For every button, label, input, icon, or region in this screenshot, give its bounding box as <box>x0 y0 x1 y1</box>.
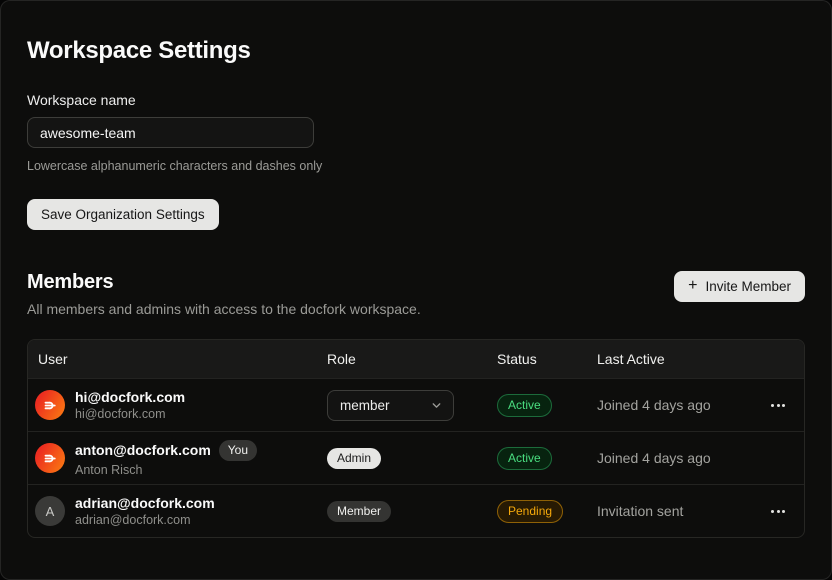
role-badge-member: Member <box>327 500 392 522</box>
user-cell: A adrian@docfork.com adrian@docfork.com <box>28 495 317 527</box>
workspace-name-label: Workspace name <box>27 92 136 108</box>
invite-member-button[interactable]: + Invite Member <box>674 271 805 302</box>
fork-icon <box>44 454 56 462</box>
column-header-status: Status <box>497 351 537 367</box>
fork-icon <box>44 401 56 409</box>
role-select[interactable]: member <box>327 389 454 421</box>
member-email: hi@docfork.com <box>75 389 186 405</box>
docfork-logo-avatar <box>35 443 65 473</box>
workspace-settings-page: Workspace Settings Workspace name Lowerc… <box>0 0 832 580</box>
member-full-name: Anton Risch <box>75 462 143 477</box>
more-actions-button[interactable] <box>764 391 792 419</box>
member-sub-email: hi@docfork.com <box>75 407 166 421</box>
last-active-text: Invitation sent <box>597 503 684 519</box>
letter-avatar: A <box>35 496 65 526</box>
user-cell: anton@docfork.com You Anton Risch <box>28 439 317 477</box>
role-select-value: member <box>340 397 390 413</box>
role-badge-admin: Admin <box>327 447 382 469</box>
workspace-name-input[interactable] <box>27 117 314 148</box>
table-row: A adrian@docfork.com adrian@docfork.com … <box>28 484 804 537</box>
members-header: Members All members and admins with acce… <box>27 271 805 317</box>
last-active-text: Joined 4 days ago <box>597 397 711 413</box>
column-header-role: Role <box>327 351 356 367</box>
members-header-text: Members All members and admins with acce… <box>27 271 421 317</box>
member-email: anton@docfork.com <box>75 442 211 458</box>
you-badge: You <box>218 439 258 461</box>
ellipsis-icon <box>771 403 774 407</box>
more-actions-button[interactable] <box>764 497 792 525</box>
plus-icon: + <box>688 276 698 294</box>
table-row: hi@docfork.com hi@docfork.com member Act… <box>28 378 804 431</box>
workspace-name-helper: Lowercase alphanumeric characters and da… <box>27 159 323 173</box>
invite-member-label: Invite Member <box>705 279 791 294</box>
members-title: Members <box>27 271 114 293</box>
chevron-down-icon <box>432 402 441 408</box>
column-header-user: User <box>38 351 68 367</box>
member-email: adrian@docfork.com <box>75 495 215 511</box>
table-row: anton@docfork.com You Anton Risch Admin … <box>28 431 804 484</box>
ellipsis-icon <box>771 509 774 513</box>
table-header-row: User Role Status Last Active <box>28 340 804 378</box>
page-title: Workspace Settings <box>27 37 251 64</box>
members-table: User Role Status Last Active hi@docfork.… <box>27 339 805 538</box>
docfork-logo-avatar <box>35 390 65 420</box>
status-badge-pending: Pending <box>497 499 564 523</box>
last-active-text: Joined 4 days ago <box>597 450 711 466</box>
user-cell: hi@docfork.com hi@docfork.com <box>28 389 317 421</box>
status-badge-active: Active <box>497 393 552 417</box>
members-subtitle: All members and admins with access to th… <box>27 301 421 317</box>
column-header-last-active: Last Active <box>597 351 665 367</box>
save-organization-settings-button[interactable]: Save Organization Settings <box>27 199 219 230</box>
status-badge-active: Active <box>497 446 552 470</box>
member-sub-email: adrian@docfork.com <box>75 513 191 527</box>
